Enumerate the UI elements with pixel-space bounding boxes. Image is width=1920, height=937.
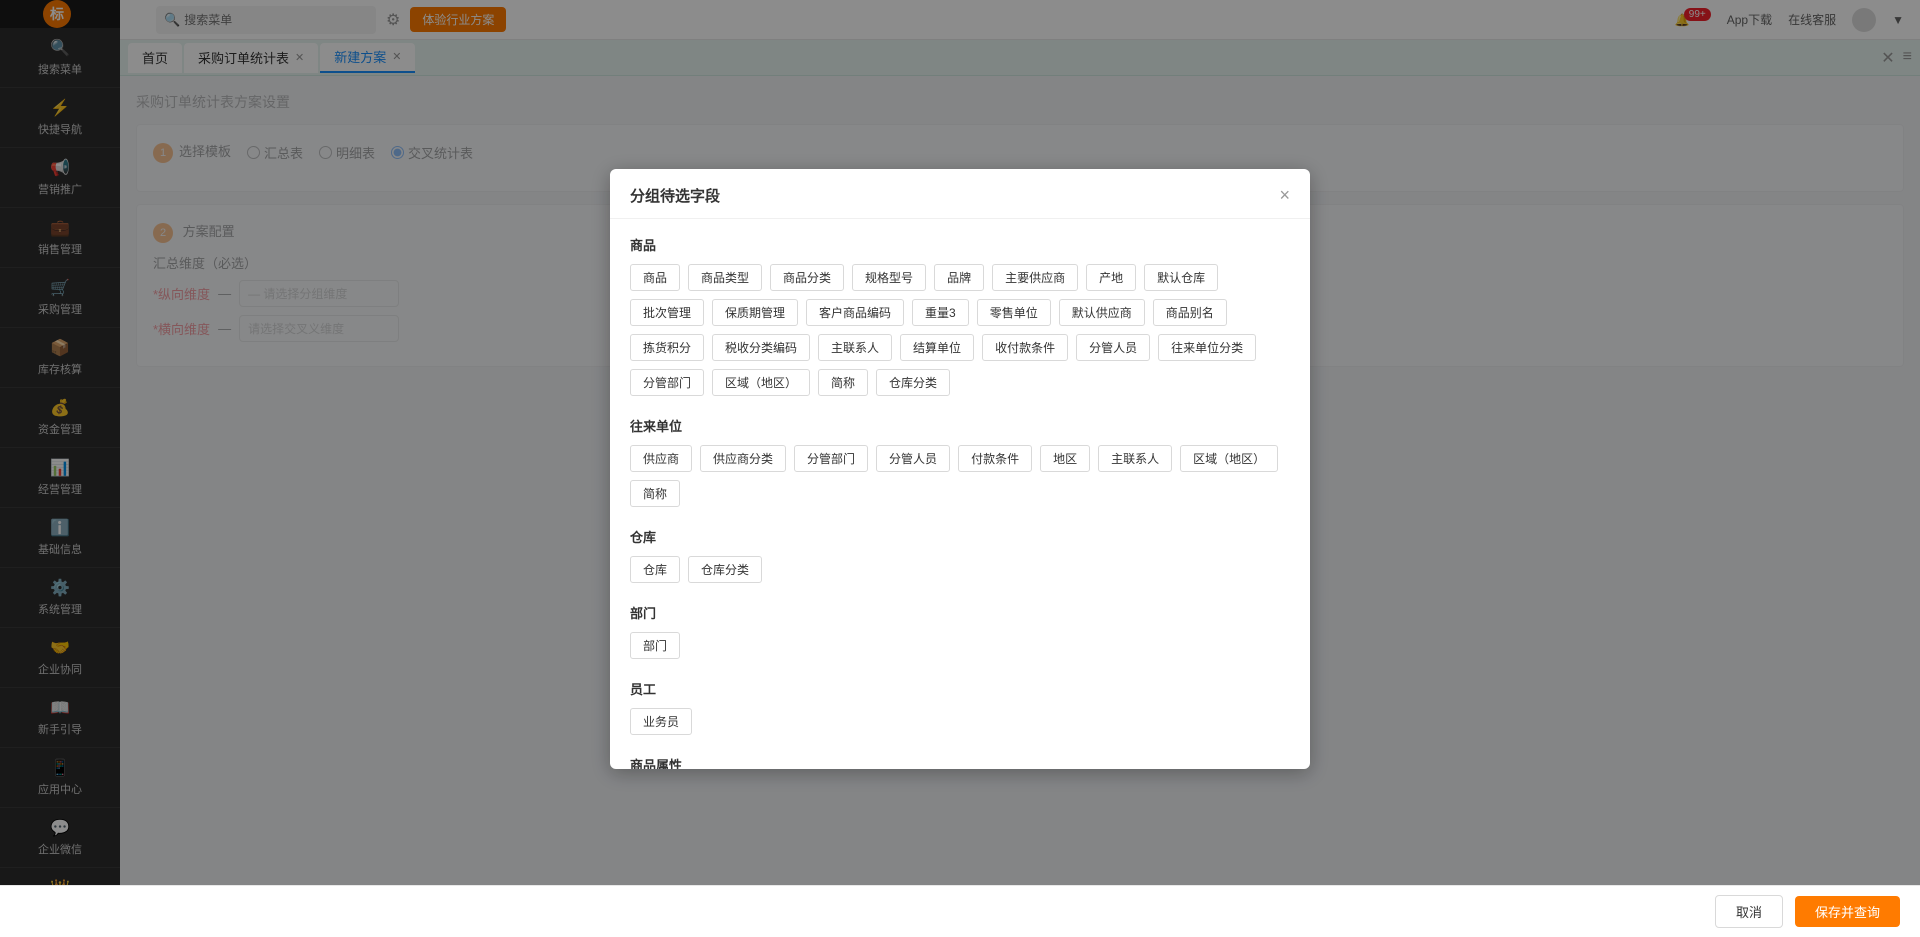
field-tag-1-2[interactable]: 分管部门 [794,445,868,472]
field-tag-3-0[interactable]: 部门 [630,632,680,659]
field-tags-1: 供应商供应商分类分管部门分管人员付款条件地区主联系人区域（地区） 简称 [630,445,1290,507]
modal-overlay: 分组待选字段 × 商品商品商品类型商品分类规格型号品牌主要供应商产地默认仓库批次… [0,0,1920,937]
field-tags-4: 业务员 [630,708,1290,735]
field-tag-0-20[interactable]: 分管人员 [1076,334,1150,361]
field-tag-0-24[interactable]: 简称 [818,369,868,396]
field-tag-0-22[interactable]: 分管部门 [630,369,704,396]
modal-body: 商品商品商品类型商品分类规格型号品牌主要供应商产地默认仓库批次管理保质期管理客户… [610,219,1310,769]
field-tag-0-25[interactable]: 仓库分类 [876,369,950,396]
field-tag-1-4[interactable]: 付款条件 [958,445,1032,472]
modal-header: 分组待选字段 × [610,169,1310,219]
field-tag-2-0[interactable]: 仓库 [630,556,680,583]
save-button[interactable]: 保存并查询 [1795,896,1900,927]
field-tag-0-6[interactable]: 产地 [1086,264,1136,291]
field-tag-0-12[interactable]: 零售单位 [977,299,1051,326]
field-tag-0-18[interactable]: 结算单位 [900,334,974,361]
field-section-title-3: 部门 [630,603,1290,622]
field-tag-0-15[interactable]: 拣货积分 [630,334,704,361]
field-tag-0-10[interactable]: 客户商品编码 [806,299,904,326]
field-select-modal: 分组待选字段 × 商品商品商品类型商品分类规格型号品牌主要供应商产地默认仓库批次… [610,169,1310,769]
field-tag-0-21[interactable]: 往来单位分类 [1158,334,1256,361]
field-tag-0-4[interactable]: 品牌 [934,264,984,291]
field-tag-1-6[interactable]: 主联系人 [1098,445,1172,472]
field-tag-0-23[interactable]: 区域（地区） [712,369,810,396]
field-tag-0-8[interactable]: 批次管理 [630,299,704,326]
field-section-2: 仓库仓库仓库分类 [630,527,1290,583]
cancel-button[interactable]: 取消 [1715,895,1783,928]
field-section-0: 商品商品商品类型商品分类规格型号品牌主要供应商产地默认仓库批次管理保质期管理客户… [630,235,1290,396]
field-section-title-2: 仓库 [630,527,1290,546]
field-tag-0-13[interactable]: 默认供应商 [1059,299,1145,326]
field-section-title-1: 往来单位 [630,416,1290,435]
field-tags-3: 部门 [630,632,1290,659]
field-tag-0-1[interactable]: 商品类型 [688,264,762,291]
field-tag-1-8[interactable]: 简称 [630,480,680,507]
field-tag-0-3[interactable]: 规格型号 [852,264,926,291]
field-tag-1-0[interactable]: 供应商 [630,445,692,472]
field-tag-2-1[interactable]: 仓库分类 [688,556,762,583]
field-tag-1-3[interactable]: 分管人员 [876,445,950,472]
field-tag-1-7[interactable]: 区域（地区） [1180,445,1278,472]
field-section-5: 商品属性属性颜色多规格尺码鞋码1 [630,755,1290,769]
field-tag-0-19[interactable]: 收付款条件 [982,334,1068,361]
field-tags-0: 商品商品类型商品分类规格型号品牌主要供应商产地默认仓库批次管理保质期管理客户商品… [630,264,1290,396]
field-section-title-0: 商品 [630,235,1290,254]
field-section-title-4: 员工 [630,679,1290,698]
field-tag-0-2[interactable]: 商品分类 [770,264,844,291]
field-tag-4-0[interactable]: 业务员 [630,708,692,735]
field-section-4: 员工业务员 [630,679,1290,735]
field-tag-0-0[interactable]: 商品 [630,264,680,291]
field-tag-0-7[interactable]: 默认仓库 [1144,264,1218,291]
field-tag-0-16[interactable]: 税收分类编码 [712,334,810,361]
field-tag-1-5[interactable]: 地区 [1040,445,1090,472]
field-section-title-5: 商品属性 [630,755,1290,769]
field-tag-0-17[interactable]: 主联系人 [818,334,892,361]
field-tag-0-11[interactable]: 重量3 [912,299,969,326]
footer-bar: 取消 保存并查询 [0,885,1920,937]
field-tags-2: 仓库仓库分类 [630,556,1290,583]
field-tag-0-14[interactable]: 商品别名 [1153,299,1227,326]
field-tag-1-1[interactable]: 供应商分类 [700,445,786,472]
modal-title: 分组待选字段 [630,185,720,206]
field-tag-0-9[interactable]: 保质期管理 [712,299,798,326]
modal-close-btn[interactable]: × [1279,185,1290,206]
field-section-3: 部门部门 [630,603,1290,659]
field-section-1: 往来单位供应商供应商分类分管部门分管人员付款条件地区主联系人区域（地区） 简称 [630,416,1290,507]
field-tag-0-5[interactable]: 主要供应商 [992,264,1078,291]
